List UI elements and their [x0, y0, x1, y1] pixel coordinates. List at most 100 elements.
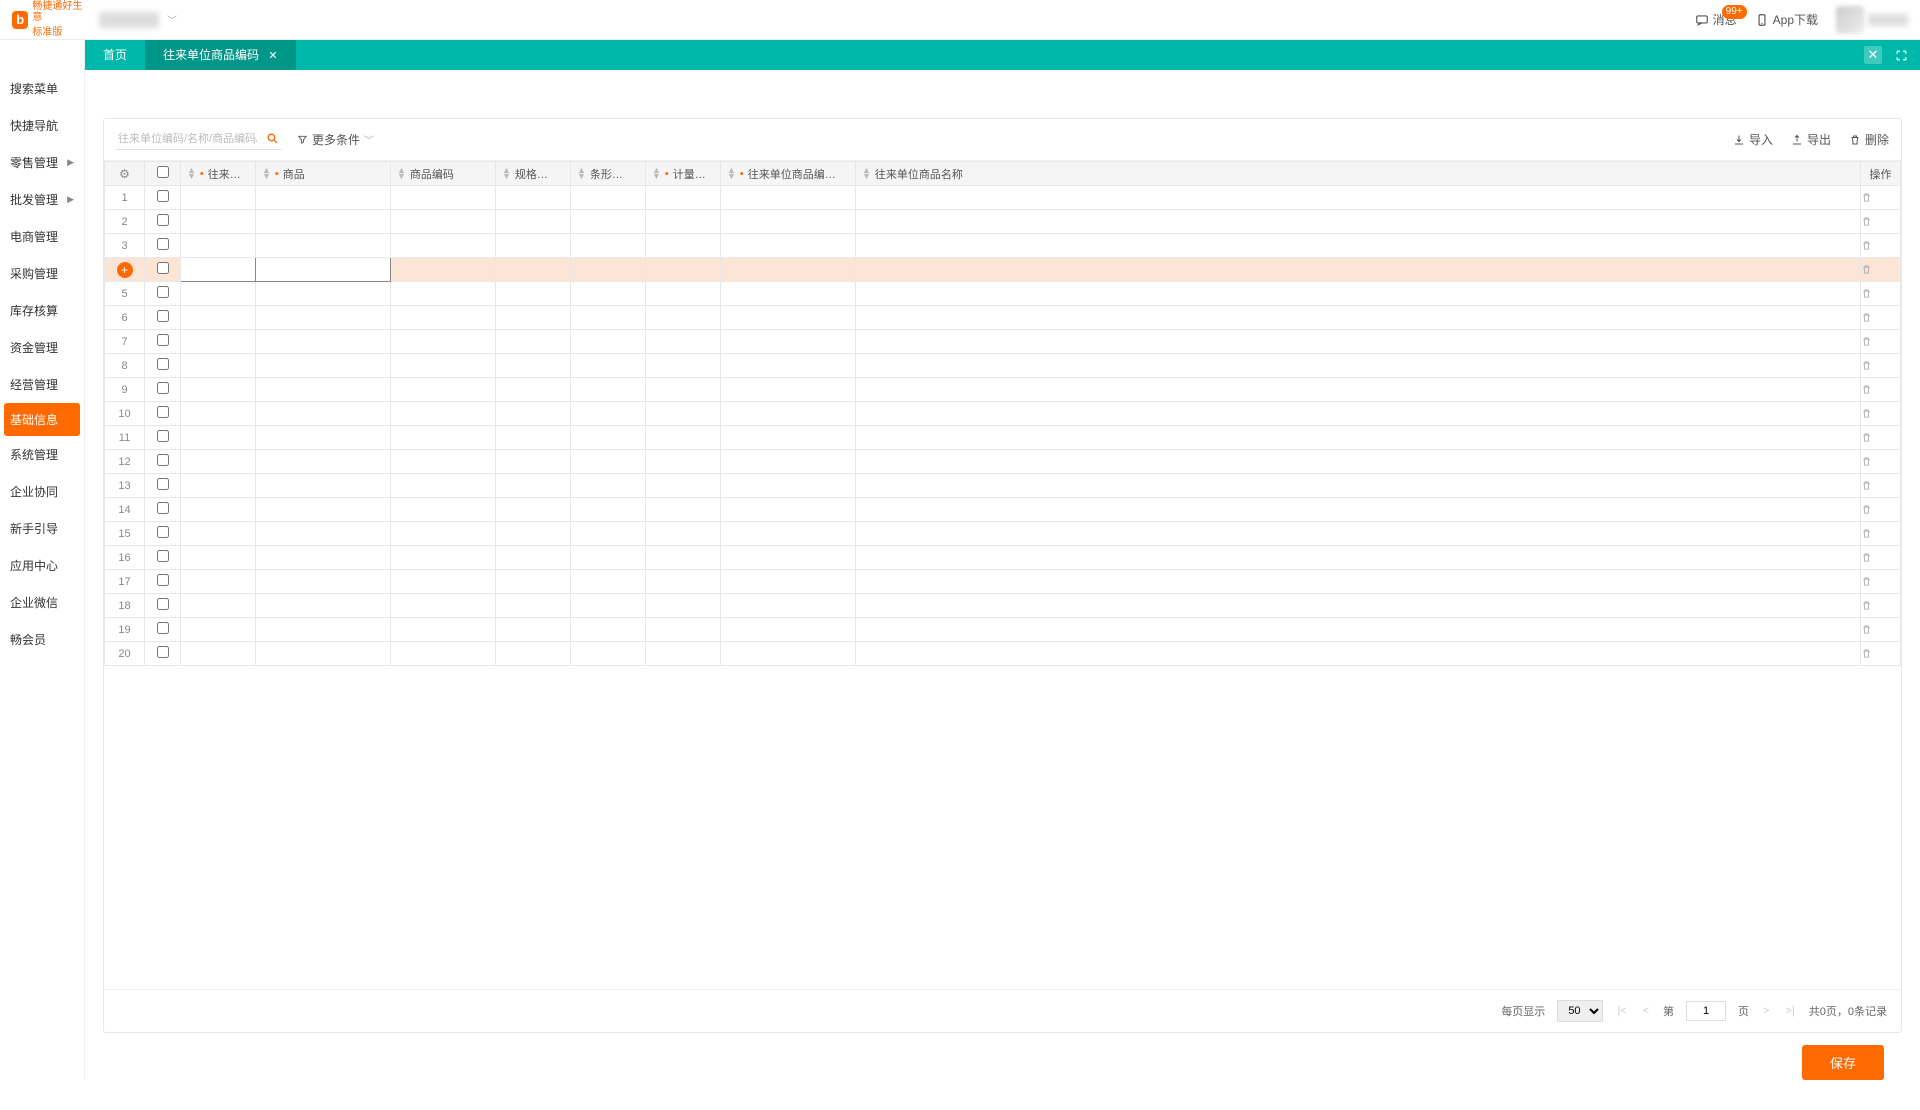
cell[interactable] — [181, 378, 256, 402]
table-row[interactable]: 10 — [105, 402, 1901, 426]
cell[interactable] — [181, 522, 256, 546]
cell[interactable] — [646, 402, 721, 426]
cell[interactable] — [256, 306, 391, 330]
cell[interactable] — [856, 330, 1861, 354]
cell[interactable] — [391, 186, 496, 210]
cell[interactable] — [721, 234, 856, 258]
row-delete-button[interactable] — [1861, 288, 1900, 299]
cell[interactable] — [496, 402, 571, 426]
cell[interactable] — [646, 426, 721, 450]
cell[interactable] — [391, 354, 496, 378]
cell[interactable] — [496, 354, 571, 378]
cell[interactable] — [496, 426, 571, 450]
cell[interactable] — [571, 234, 646, 258]
cell[interactable] — [391, 594, 496, 618]
cell[interactable] — [721, 594, 856, 618]
tab-close-icon[interactable]: ✕ — [268, 50, 277, 62]
cell[interactable] — [256, 426, 391, 450]
page-input[interactable] — [1686, 1001, 1726, 1021]
cell[interactable] — [721, 378, 856, 402]
cell[interactable] — [181, 402, 256, 426]
cell[interactable] — [571, 522, 646, 546]
row-delete-button[interactable] — [1861, 432, 1900, 443]
cell[interactable] — [496, 594, 571, 618]
row-delete-button[interactable] — [1861, 216, 1900, 227]
row-checkbox[interactable] — [157, 454, 169, 466]
row-delete-button[interactable] — [1861, 312, 1900, 323]
cell[interactable] — [181, 306, 256, 330]
cell[interactable] — [856, 522, 1861, 546]
row-checkbox[interactable] — [157, 430, 169, 442]
col-ext-code[interactable]: ▲▼•往来单位商品编… — [721, 162, 856, 186]
cell[interactable] — [721, 522, 856, 546]
more-filter-button[interactable]: 更多条件 ﹀ — [297, 131, 374, 148]
import-button[interactable]: 导入 — [1733, 131, 1773, 148]
cell[interactable] — [496, 378, 571, 402]
sidebar-item-11[interactable]: 企业协同 — [0, 473, 84, 510]
cell[interactable] — [496, 330, 571, 354]
cell[interactable] — [721, 354, 856, 378]
cell[interactable] — [496, 546, 571, 570]
cell[interactable] — [646, 642, 721, 666]
cell[interactable] — [496, 498, 571, 522]
tab-close-all-button[interactable]: ✕ — [1864, 46, 1882, 64]
cell[interactable] — [856, 378, 1861, 402]
row-checkbox[interactable] — [157, 502, 169, 514]
row-delete-button[interactable] — [1861, 360, 1900, 371]
next-page-button[interactable]: > — [1761, 1005, 1771, 1017]
row-checkbox[interactable] — [157, 190, 169, 202]
cell[interactable] — [391, 618, 496, 642]
cell[interactable] — [571, 498, 646, 522]
cell[interactable] — [856, 594, 1861, 618]
cell[interactable] — [721, 642, 856, 666]
sidebar-item-7[interactable]: 资金管理 — [0, 329, 84, 366]
sidebar-item-8[interactable]: 经营管理 — [0, 366, 84, 403]
app-download-button[interactable]: App下载 — [1755, 11, 1818, 28]
cell[interactable] — [646, 354, 721, 378]
row-checkbox[interactable] — [157, 238, 169, 250]
cell[interactable] — [391, 498, 496, 522]
cell[interactable] — [256, 282, 391, 306]
cell[interactable] — [646, 618, 721, 642]
cell[interactable] — [496, 210, 571, 234]
sidebar-item-14[interactable]: 企业微信 — [0, 584, 84, 621]
cell[interactable] — [391, 450, 496, 474]
cell[interactable] — [256, 234, 391, 258]
cell[interactable] — [856, 642, 1861, 666]
row-delete-button[interactable] — [1861, 384, 1900, 395]
delete-button[interactable]: 删除 — [1849, 131, 1889, 148]
sidebar-item-15[interactable]: 畅会员 — [0, 621, 84, 658]
cell[interactable] — [391, 546, 496, 570]
cell[interactable] — [721, 258, 856, 282]
table-row[interactable]: 1 — [105, 186, 1901, 210]
cell[interactable] — [496, 450, 571, 474]
cell[interactable] — [256, 546, 391, 570]
col-settings[interactable]: ⚙ — [105, 162, 145, 186]
cell[interactable] — [721, 618, 856, 642]
table-row[interactable]: 16 — [105, 546, 1901, 570]
cell[interactable] — [496, 234, 571, 258]
table-row[interactable]: 11 — [105, 426, 1901, 450]
cell[interactable] — [181, 258, 256, 282]
sidebar-item-3[interactable]: 批发管理▶ — [0, 181, 84, 218]
cell[interactable] — [646, 306, 721, 330]
sidebar-item-4[interactable]: 电商管理 — [0, 218, 84, 255]
row-checkbox[interactable] — [157, 478, 169, 490]
cell[interactable] — [646, 234, 721, 258]
cell[interactable] — [391, 210, 496, 234]
row-checkbox[interactable] — [157, 550, 169, 562]
cell[interactable] — [646, 210, 721, 234]
col-select-all[interactable] — [145, 162, 181, 186]
cell[interactable] — [256, 186, 391, 210]
row-checkbox[interactable] — [157, 358, 169, 370]
cell[interactable] — [181, 282, 256, 306]
cell[interactable] — [571, 402, 646, 426]
cell[interactable] — [856, 570, 1861, 594]
cell[interactable] — [571, 186, 646, 210]
cell[interactable] — [646, 474, 721, 498]
row-delete-button[interactable] — [1861, 192, 1900, 203]
cell[interactable] — [181, 618, 256, 642]
cell[interactable] — [856, 282, 1861, 306]
cell[interactable] — [571, 258, 646, 282]
table-row[interactable]: 2 — [105, 210, 1901, 234]
